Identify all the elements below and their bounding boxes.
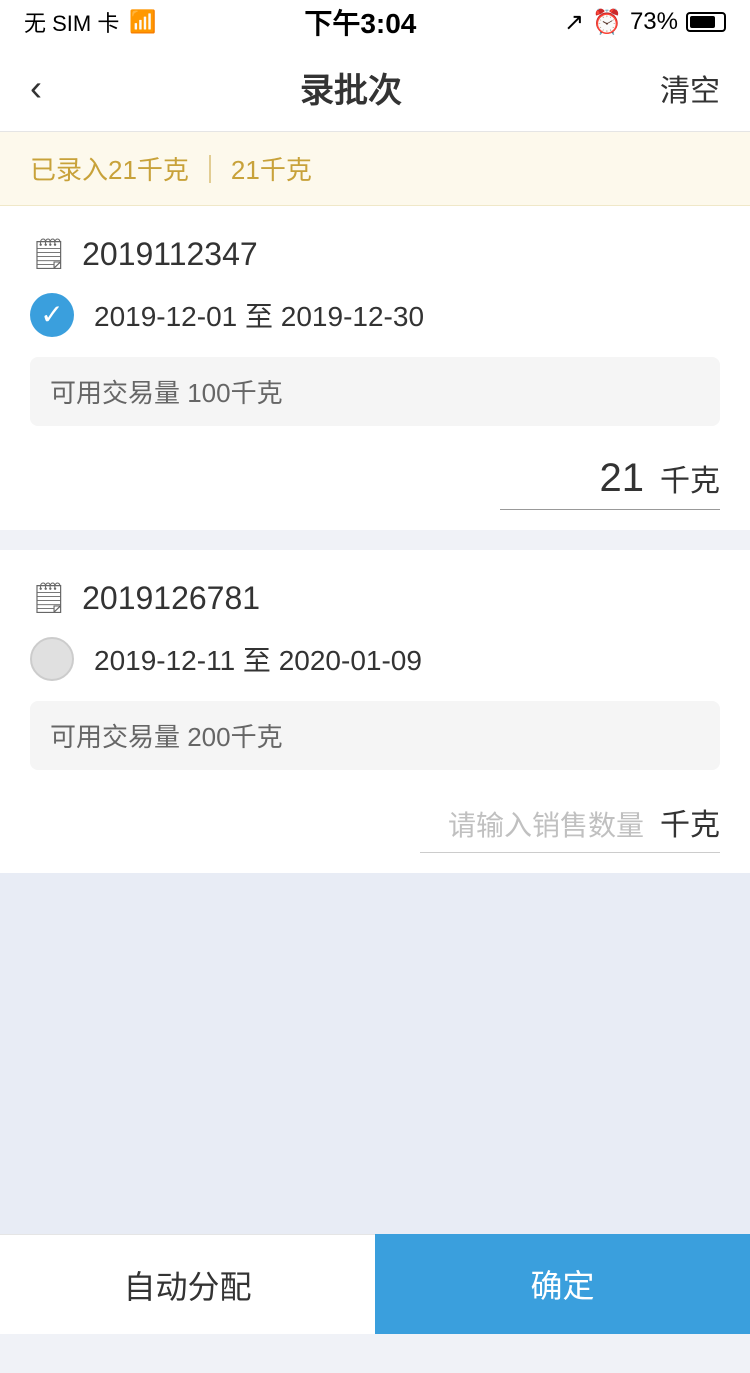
status-bar: 无 SIM 卡 📶 下午3:04 ↗ ⏰ 73% [0,0,750,44]
batch-2-input-placeholder: 请输入销售数量 [448,804,644,844]
batch-1-availability: 可用交易量 100千克 [30,357,720,426]
battery-text: 73% [630,8,678,36]
batch-2-input-display[interactable]: 请输入销售数量 千克 [420,800,720,853]
batch-1-radio[interactable]: ✓ [30,293,74,337]
batch-2-input-wrapper: 请输入销售数量 千克 [0,790,750,873]
batch-1-icon: 🗒 [30,237,68,272]
batch-2-header: 🗒 2019126781 [0,550,750,627]
status-right: ↗ ⏰ 73% [564,8,726,37]
location-icon: ↗ [564,8,584,37]
batch-1-quantity-wrapper: 21 千克 [0,446,750,530]
back-button[interactable]: ‹ [30,67,42,109]
alarm-icon: ⏰ [592,8,622,37]
status-time: 下午3:04 [304,2,416,42]
bottom-empty-area [0,873,750,1273]
batch-2-number: 2019126781 [82,580,260,617]
checkmark-icon: ✓ [40,301,63,329]
batch-1-number: 2019112347 [82,236,258,273]
batch-2-date: 2019-12-11 至 2020-01-09 [94,639,422,679]
main-content: 🗒 2019112347 ✓ 2019-12-01 至 2019-12-30 可… [0,206,750,1373]
summary-divider [209,155,211,183]
summary-recorded: 已录入21千克 [30,150,189,187]
batch-1-quantity-display[interactable]: 21 千克 [500,456,720,510]
batch-2-icon: 🗒 [30,581,68,616]
battery-icon [686,12,726,32]
status-left: 无 SIM 卡 📶 [24,6,157,38]
card-separator-1 [0,530,750,550]
batch-1-date-row[interactable]: ✓ 2019-12-01 至 2019-12-30 [0,283,750,347]
summary-value: 21千克 [231,150,312,187]
batch-1-quantity-value: 21 [600,456,645,501]
batch-2-radio[interactable] [30,637,74,681]
batch-2-date-row[interactable]: 2019-12-11 至 2020-01-09 [0,627,750,691]
batch-2-input-unit: 千克 [660,800,720,844]
auto-distribute-button[interactable]: 自动分配 [0,1234,375,1334]
batch-1-quantity-unit: 千克 [660,456,720,500]
summary-bar: 已录入21千克 21千克 [0,132,750,206]
batch-2-availability: 可用交易量 200千克 [30,701,720,770]
batch-1-header: 🗒 2019112347 [0,206,750,283]
footer: 自动分配 确定 [0,1234,750,1334]
batch-card-1: 🗒 2019112347 ✓ 2019-12-01 至 2019-12-30 可… [0,206,750,530]
no-sim-text: 无 SIM 卡 [24,6,119,38]
wifi-icon: 📶 [129,9,156,35]
batch-card-2: 🗒 2019126781 2019-12-11 至 2020-01-09 可用交… [0,550,750,873]
clear-button[interactable]: 清空 [660,66,720,110]
nav-bar: ‹ 录批次 清空 [0,44,750,132]
batch-1-date: 2019-12-01 至 2019-12-30 [94,295,424,335]
confirm-button[interactable]: 确定 [375,1234,750,1334]
page-title: 录批次 [300,63,402,112]
